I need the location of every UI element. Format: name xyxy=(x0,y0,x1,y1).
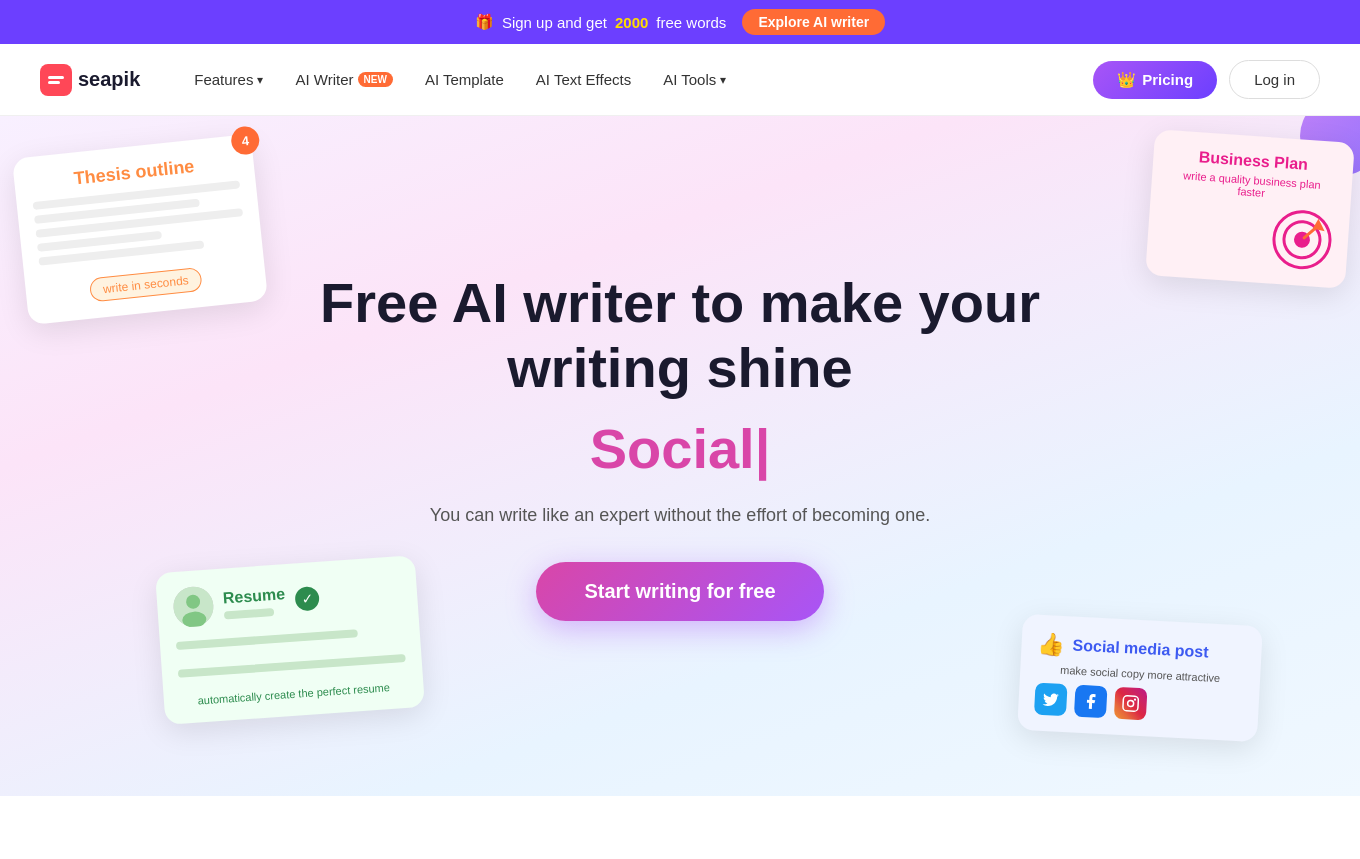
bottom-section: Cover 600+ free AI writing tools xyxy=(0,796,1360,859)
svg-rect-1 xyxy=(48,81,60,84)
explore-ai-writer-button[interactable]: Explore AI writer xyxy=(742,9,885,35)
nav-features[interactable]: Features ▾ xyxy=(180,63,277,96)
svg-point-11 xyxy=(1127,700,1133,706)
logo-text: seapik xyxy=(78,68,140,91)
nav-ai-writer[interactable]: AI Writer NEW xyxy=(281,63,406,96)
svg-point-12 xyxy=(1134,698,1136,700)
ai-writer-badge: NEW xyxy=(358,72,393,87)
hero-subtitle: You can write like an expert without the… xyxy=(230,505,1130,526)
ai-writer-label: AI Writer xyxy=(295,71,353,88)
nav-links: Features ▾ AI Writer NEW AI Template AI … xyxy=(180,63,1093,96)
nav-ai-template[interactable]: AI Template xyxy=(411,63,518,96)
banner-text-before: Sign up and get xyxy=(502,14,607,31)
resume-card-sub: automatically create the perfect resume xyxy=(180,680,408,708)
ai-tools-chevron-icon: ▾ xyxy=(720,73,726,87)
start-writing-button[interactable]: Start writing for free xyxy=(536,562,823,621)
banner-gift-icon: 🎁 xyxy=(475,13,494,31)
nav-ai-tools[interactable]: AI Tools ▾ xyxy=(649,63,740,96)
hero-heading: Free AI writer to make your writing shin… xyxy=(230,271,1130,400)
ai-tools-label: AI Tools xyxy=(663,71,716,88)
nav-ai-text-effects[interactable]: AI Text Effects xyxy=(522,63,645,96)
instagram-icon xyxy=(1114,687,1148,721)
features-chevron-icon: ▾ xyxy=(257,73,263,87)
business-card: Business Plan write a quality business p… xyxy=(1145,129,1355,289)
ai-template-label: AI Template xyxy=(425,71,504,88)
pricing-label: Pricing xyxy=(1142,71,1193,88)
banner-text-after: free words xyxy=(656,14,726,31)
social-card-title: Social media post xyxy=(1072,636,1209,661)
facebook-icon xyxy=(1074,685,1108,719)
top-banner: 🎁 Sign up and get 2000 free words Explor… xyxy=(0,0,1360,44)
twitter-icon xyxy=(1034,683,1068,717)
target-icon xyxy=(1270,208,1334,272)
social-icons xyxy=(1034,683,1243,726)
pricing-crown-icon: 👑 xyxy=(1117,71,1136,89)
thesis-write-badge: write in seconds xyxy=(89,267,203,303)
like-icon: 👍 xyxy=(1037,631,1065,658)
pricing-button[interactable]: 👑 Pricing xyxy=(1093,61,1217,99)
hero-animated-word: Social| xyxy=(230,416,1130,481)
login-button[interactable]: Log in xyxy=(1229,60,1320,99)
svg-rect-10 xyxy=(1123,696,1139,712)
logo-link[interactable]: seapik xyxy=(40,64,140,96)
social-card-sub: make social copy more attractive xyxy=(1036,663,1244,686)
main-nav: seapik Features ▾ AI Writer NEW AI Templ… xyxy=(0,44,1360,116)
features-label: Features xyxy=(194,71,253,88)
ai-text-effects-label: AI Text Effects xyxy=(536,71,631,88)
hero-content: Free AI writer to make your writing shin… xyxy=(230,271,1130,621)
banner-highlight: 2000 xyxy=(615,14,648,31)
hero-section: Thesis outline write in seconds 4 Busine… xyxy=(0,116,1360,796)
social-card: 👍 Social media post make social copy mor… xyxy=(1017,614,1263,742)
nav-right: 👑 Pricing Log in xyxy=(1093,60,1320,99)
logo-icon xyxy=(40,64,72,96)
resume-avatar xyxy=(172,585,215,628)
thesis-card-lines xyxy=(33,180,247,265)
svg-rect-0 xyxy=(48,76,64,79)
